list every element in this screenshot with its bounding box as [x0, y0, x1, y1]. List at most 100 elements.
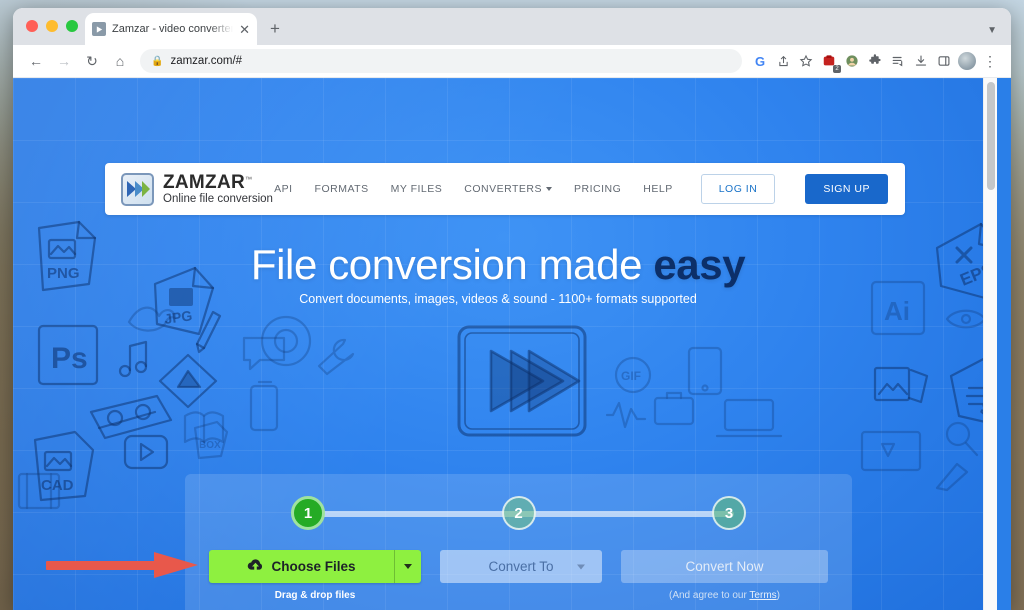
nav-link-converters-label: CONVERTERS	[464, 183, 543, 195]
chrome-menu-icon[interactable]: ⋮	[979, 50, 1001, 72]
convert-now-hints: (And agree to our Terms) Email when done…	[621, 590, 828, 610]
nav-link-my-files[interactable]: MY FILES	[391, 183, 443, 195]
side-panel-icon[interactable]	[933, 50, 955, 72]
drag-drop-text: Drag & drop files	[274, 590, 356, 601]
converter-widget: 1 2 3 Choose Files Convert To Convert No…	[185, 474, 852, 610]
brand-trademark: ™	[245, 176, 253, 184]
page-title: File conversion made easy	[13, 241, 983, 289]
hero-title-plain: File conversion made	[250, 241, 654, 288]
doodle-battery-icon	[249, 380, 279, 432]
choose-files-dropdown-button[interactable]	[394, 550, 421, 583]
close-tab-icon[interactable]: ✕	[239, 23, 250, 36]
page-scrollbar-thumb[interactable]	[987, 82, 995, 190]
doodle-tablet-icon	[687, 346, 723, 396]
doodle-cassette-icon	[89, 394, 173, 440]
lock-icon: 🔒	[151, 55, 164, 67]
terms-prefix: (And agree to our	[668, 590, 750, 601]
downloads-icon[interactable]	[910, 50, 932, 72]
site-header: ZAMZAR™ Online file conversion API FORMA…	[105, 163, 905, 215]
nav-link-formats[interactable]: FORMATS	[315, 183, 369, 195]
doodle-photoshop-icon: Ps	[37, 324, 99, 386]
step-2-circle[interactable]: 2	[501, 496, 536, 530]
doodle-circle-target-icon	[260, 315, 312, 367]
share-icon[interactable]	[772, 50, 794, 72]
doodle-image-frame-icon	[873, 366, 929, 404]
brand-text: ZAMZAR™ Online file conversion	[163, 173, 273, 206]
nav-link-help[interactable]: HELP	[643, 183, 672, 195]
toolbar-icon-group: G 2 ⋮	[749, 50, 1001, 73]
browser-toolbar: ← → ↻ ⌂ 🔒 zamzar.com/# G 2 ⋮	[13, 45, 1011, 78]
doodle-chat-bubble-icon	[242, 336, 286, 371]
minimize-window-button[interactable]	[46, 20, 58, 32]
address-bar-url: zamzar.com/#	[170, 55, 243, 67]
reading-list-icon[interactable]	[887, 50, 909, 72]
extensions-puzzle-icon[interactable]	[864, 50, 886, 72]
sign-up-button[interactable]: SIGN UP	[805, 174, 888, 204]
play-favicon-icon	[92, 22, 106, 36]
doodle-play-square-icon	[123, 434, 169, 470]
log-in-button[interactable]: LOG IN	[700, 174, 776, 204]
doodle-briefcase-icon	[653, 391, 695, 426]
doodle-box-file-icon: BOX	[193, 420, 229, 460]
nav-link-converters[interactable]: CONVERTERS	[464, 183, 553, 195]
doodle-cad-file-icon: CAD	[33, 430, 95, 502]
convert-to-button[interactable]: Convert To	[440, 550, 602, 583]
browser-tab-strip: Zamzar - video converter, aud ✕ + ▼	[13, 8, 1011, 45]
doodle-pencil-icon	[195, 310, 222, 354]
back-icon[interactable]: ←	[23, 48, 49, 74]
chevron-down-icon	[404, 564, 412, 569]
terms-text: (And agree to our Terms)	[621, 590, 828, 601]
zamzar-logo-mark-icon	[121, 172, 154, 206]
chevron-down-icon	[577, 564, 585, 569]
maximize-window-button[interactable]	[66, 20, 78, 32]
svg-text:BOX: BOX	[199, 440, 221, 451]
convert-to-label: Convert To	[488, 559, 554, 574]
hero-subtitle: Convert documents, images, videos & soun…	[299, 292, 697, 306]
reload-icon[interactable]: ↻	[79, 48, 105, 74]
choose-files-group: Choose Files	[209, 550, 421, 583]
svg-text:JPG: JPG	[163, 307, 193, 327]
converter-actions: Choose Files Convert To Convert Now	[209, 550, 828, 583]
fast-forward-play-icon	[457, 325, 587, 437]
doodle-sound-wave-icon	[605, 401, 647, 429]
doodle-music-note-icon	[118, 340, 148, 378]
browser-window: Zamzar - video converter, aud ✕ + ▼ ← → …	[13, 8, 1011, 610]
zamzar-logo[interactable]: ZAMZAR™ Online file conversion	[121, 172, 273, 206]
step-3-circle[interactable]: 3	[712, 496, 746, 530]
nav-link-pricing[interactable]: PRICING	[574, 183, 621, 195]
doodle-video-diamond-icon	[158, 353, 218, 409]
step-indicator: 1 2 3	[291, 496, 746, 530]
page-viewport: PNG JPG Ps CAD GIF EPS Ai BOX ZAMZAR™ On…	[13, 78, 1011, 610]
nav-link-api[interactable]: API	[274, 183, 292, 195]
extension-avatar-icon[interactable]	[841, 50, 863, 72]
doodle-wrench-icon	[317, 338, 355, 376]
address-bar[interactable]: 🔒 zamzar.com/#	[140, 49, 742, 73]
svg-text:GIF: GIF	[621, 369, 641, 383]
doodle-eye-icon	[945, 309, 987, 329]
browser-tab-title: Zamzar - video converter, aud	[112, 23, 234, 35]
terms-link[interactable]: Terms	[749, 590, 776, 601]
page-scrollbar[interactable]	[983, 78, 997, 610]
close-window-button[interactable]	[26, 20, 38, 32]
site-navigation: API FORMATS MY FILES CONVERTERS PRICING …	[274, 174, 888, 204]
profile-avatar-icon[interactable]	[956, 50, 978, 72]
convert-now-button[interactable]: Convert Now	[621, 550, 828, 583]
bookmark-star-icon[interactable]	[795, 50, 817, 72]
step-1-circle[interactable]: 1	[291, 496, 325, 530]
home-icon[interactable]: ⌂	[107, 48, 133, 74]
browser-tab[interactable]: Zamzar - video converter, aud ✕	[85, 13, 257, 45]
doodle-magnifier-icon	[945, 421, 979, 457]
choose-files-button[interactable]: Choose Files	[209, 550, 394, 583]
choose-files-label: Choose Files	[271, 559, 356, 574]
hero-title-bold: easy	[653, 241, 746, 288]
brand-tagline: Online file conversion	[163, 192, 273, 205]
forward-icon[interactable]: →	[51, 48, 77, 74]
google-search-icon[interactable]: G	[749, 50, 771, 72]
doodle-book-icon	[183, 411, 225, 444]
window-traffic-lights	[26, 20, 78, 32]
extension-badge-count: 2	[833, 65, 841, 73]
extension-red-icon[interactable]: 2	[818, 50, 841, 73]
svg-text:CAD: CAD	[41, 477, 74, 494]
tab-search-chevron-down-icon[interactable]: ▼	[987, 25, 997, 36]
new-tab-button[interactable]: +	[265, 18, 285, 38]
